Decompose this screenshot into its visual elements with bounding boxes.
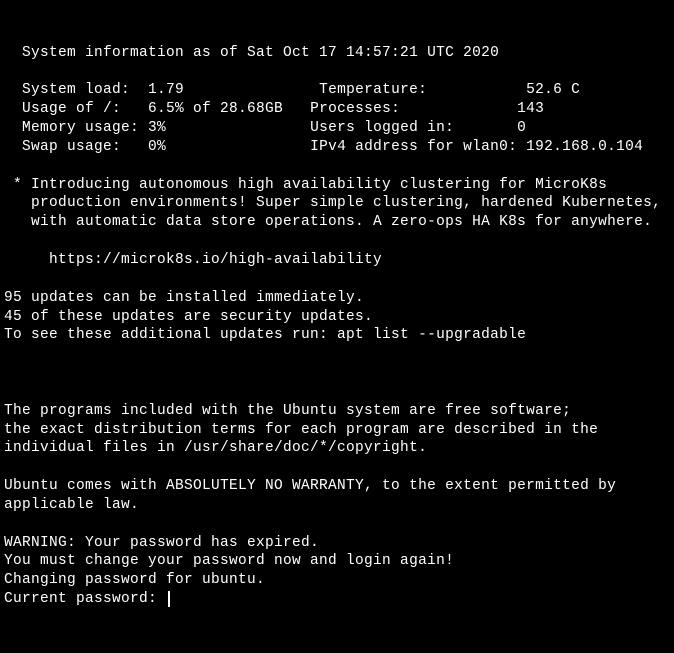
swap-value: 0% (148, 139, 166, 155)
password-must: You must change your password now and lo… (4, 553, 454, 569)
ip-label: IPv4 address for wlan0: (310, 139, 517, 155)
text-cursor-icon[interactable] (168, 591, 170, 607)
usage-value: 6.5% of 28.68GB (148, 101, 283, 117)
legal-line4: Ubuntu comes with ABSOLUTELY NO WARRANTY… (4, 478, 616, 494)
swap-label: Swap usage: (4, 139, 148, 155)
news-line2: production environments! Super simple cl… (4, 195, 661, 211)
mem-value: 3% (148, 120, 166, 136)
legal-line1: The programs included with the Ubuntu sy… (4, 403, 571, 419)
news-url: https://microk8s.io/high-availability (4, 252, 382, 268)
ip-value: 192.168.0.104 (526, 139, 643, 155)
temp-value: 52.6 C (526, 82, 580, 98)
password-warning: WARNING: Your password has expired. (4, 535, 319, 551)
legal-line3: individual files in /usr/share/doc/*/cop… (4, 440, 427, 456)
load-value: 1.79 (148, 82, 184, 98)
usage-label: Usage of /: (4, 101, 148, 117)
proc-label: Processes: (310, 101, 400, 117)
temp-label: Temperature: (319, 82, 427, 98)
updates-line1: 95 updates can be installed immediately. (4, 290, 364, 306)
password-changing: Changing password for ubuntu. (4, 572, 265, 588)
updates-line3: To see these additional updates run: apt… (4, 327, 526, 343)
password-prompt-label: Current password: (4, 591, 166, 607)
legal-line2: the exact distribution terms for each pr… (4, 422, 598, 438)
updates-line2: 45 of these updates are security updates… (4, 309, 373, 325)
users-label: Users logged in: (310, 120, 454, 136)
users-value: 0 (517, 120, 526, 136)
load-label: System load: (4, 82, 148, 98)
news-bullet: * Introducing autonomous high availabili… (4, 177, 607, 193)
proc-value: 143 (517, 101, 544, 117)
news-line3: with automatic data store operations. A … (4, 214, 652, 230)
mem-label: Memory usage: (4, 120, 148, 136)
legal-line5: applicable law. (4, 497, 139, 513)
sysinfo-header: System information as of Sat Oct 17 14:5… (4, 45, 499, 61)
